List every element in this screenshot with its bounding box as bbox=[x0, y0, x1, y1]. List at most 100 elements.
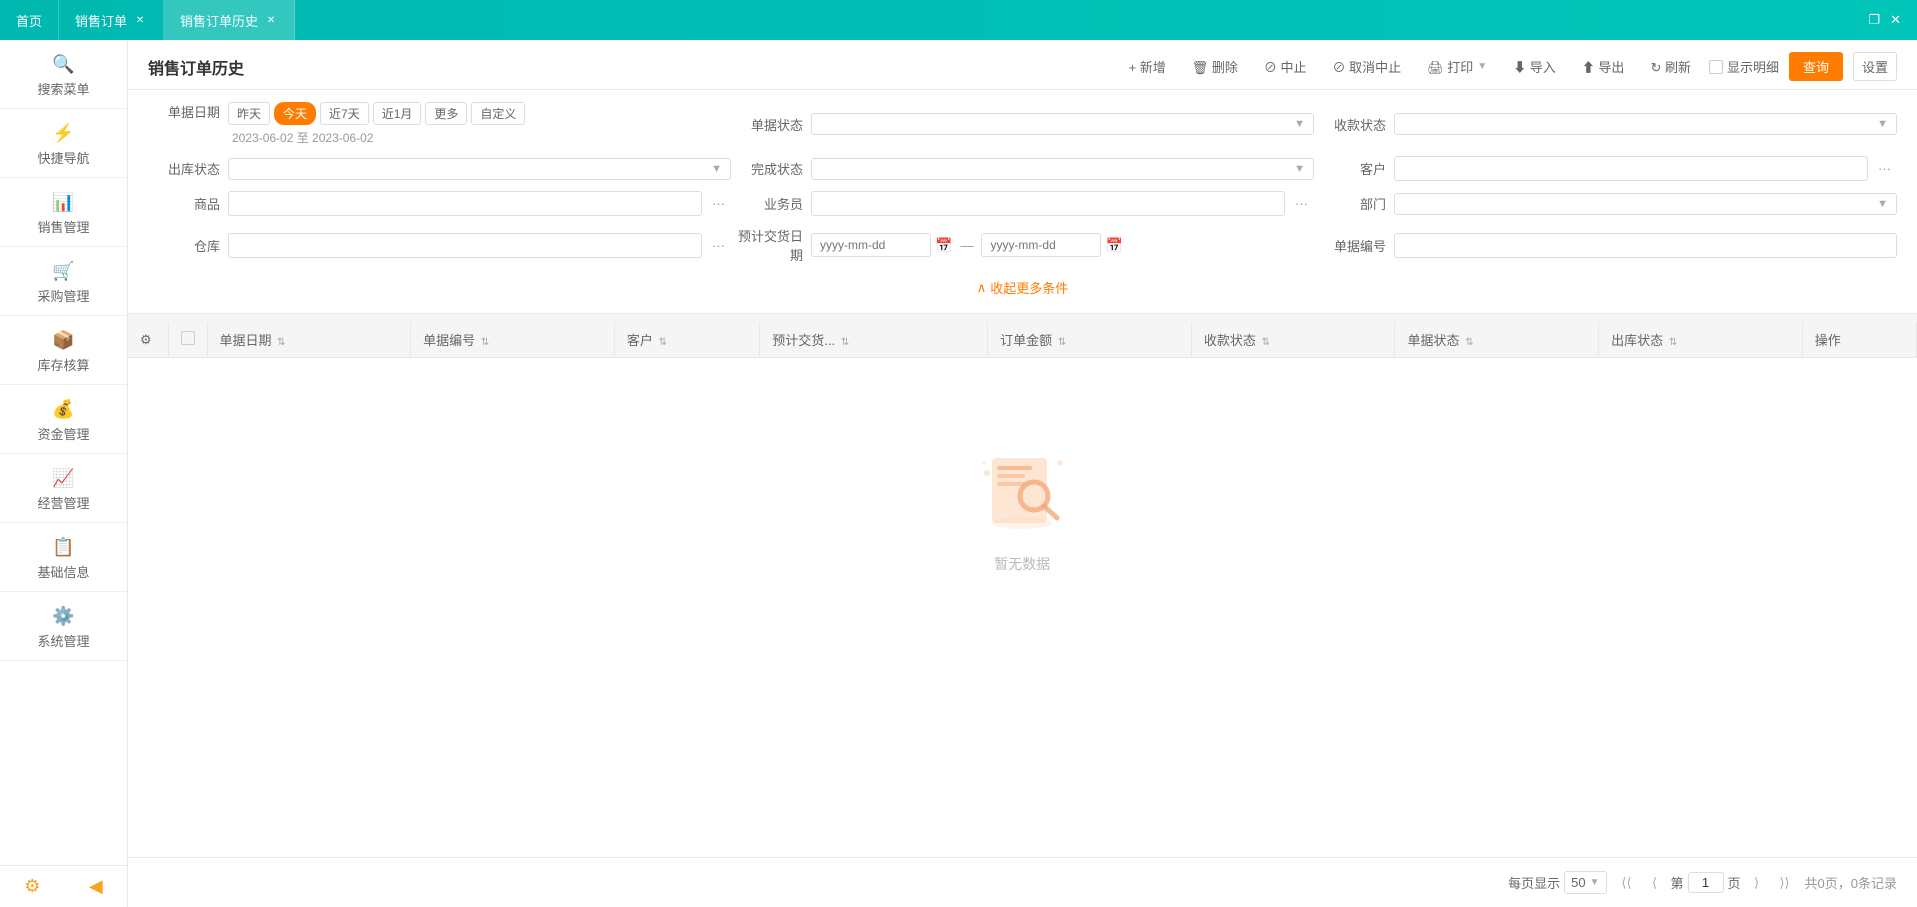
customer-filter-cell: 客户 ··· bbox=[1314, 156, 1897, 181]
complete-arrow-icon: ▼ bbox=[1294, 163, 1305, 175]
th-date[interactable]: 单据日期 ⇅ bbox=[207, 322, 411, 358]
customer-input-area: ··· bbox=[1394, 156, 1897, 181]
goods-more-btn[interactable]: ··· bbox=[706, 194, 731, 213]
query-button[interactable]: 查询 bbox=[1789, 52, 1843, 81]
goods-input[interactable] bbox=[228, 191, 702, 216]
department-select[interactable]: ▼ bbox=[1394, 193, 1897, 215]
th-expected-date[interactable]: 预计交货... ⇅ bbox=[760, 322, 988, 358]
tab-sales-order-history[interactable]: 销售订单历史 ✕ bbox=[164, 0, 295, 40]
th-doc-no[interactable]: 单据编号 ⇅ bbox=[411, 322, 615, 358]
tab-home[interactable]: 首页 bbox=[0, 0, 59, 40]
warehouse-more-btn[interactable]: ··· bbox=[706, 236, 731, 255]
sidebar-item-operations[interactable]: 📈 经营管理 bbox=[0, 454, 127, 523]
close-btn[interactable]: ✕ bbox=[1890, 12, 1901, 28]
salesperson-input[interactable] bbox=[811, 191, 1285, 216]
sidebar-item-sales-mgmt[interactable]: 📊 销售管理 bbox=[0, 178, 127, 247]
stock-out-select[interactable]: ▼ bbox=[228, 158, 731, 180]
expected-date-end-calendar-icon[interactable]: 📅 bbox=[1105, 237, 1122, 254]
filter-row-1: 单据日期 昨天 今天 近7天 近1月 更多 自定义 2023-06-02 至 2… bbox=[148, 102, 1897, 146]
th-customer-label: 客户 bbox=[627, 333, 653, 348]
complete-label: 完成状态 bbox=[731, 159, 811, 178]
sidebar-item-search-menu[interactable]: 🔍 搜索菜单 bbox=[0, 40, 127, 109]
sidebar-item-basic-info-label: 基础信息 bbox=[37, 562, 89, 581]
sidebar-item-quick-nav[interactable]: ⚡ 快捷导航 bbox=[0, 109, 127, 178]
payment-status-arrow-icon: ▼ bbox=[1877, 118, 1888, 130]
settings-button[interactable]: 设置 bbox=[1853, 52, 1897, 81]
collapse-btn[interactable]: ∧ 收起更多条件 bbox=[977, 274, 1069, 301]
expected-date-range: 📅 — 📅 bbox=[811, 233, 1314, 257]
th-checkbox[interactable] bbox=[168, 322, 207, 358]
date-btn-custom[interactable]: 自定义 bbox=[471, 102, 525, 125]
page-title: 销售订单历史 bbox=[148, 55, 244, 79]
print-button[interactable]: 🖨 打印 ▼ bbox=[1419, 53, 1495, 80]
page-size-value: 50 bbox=[1571, 875, 1585, 890]
stop-button[interactable]: ⊘ 中止 bbox=[1256, 53, 1315, 80]
th-order-amount[interactable]: 订单金额 ⇅ bbox=[988, 322, 1192, 358]
cancel-stop-button[interactable]: ⊘ 取消中止 bbox=[1325, 53, 1410, 80]
page-size-box[interactable]: 50 ▼ bbox=[1564, 871, 1606, 894]
customer-input[interactable] bbox=[1394, 156, 1868, 181]
th-stock-out-status-sort-icon: ⇅ bbox=[1669, 337, 1677, 348]
next-page-btn[interactable]: ⟩ bbox=[1745, 871, 1769, 895]
complete-select[interactable]: ▼ bbox=[811, 158, 1314, 180]
delete-button[interactable]: 🗑 删除 bbox=[1184, 53, 1246, 80]
expected-date-start-calendar-icon[interactable]: 📅 bbox=[935, 237, 952, 254]
th-payment-status[interactable]: 收款状态 ⇅ bbox=[1191, 322, 1395, 358]
expected-date-end[interactable] bbox=[981, 233, 1101, 257]
th-settings[interactable]: ⚙ bbox=[128, 322, 168, 358]
doc-no-input[interactable] bbox=[1394, 233, 1897, 258]
import-button[interactable]: ⬇ 导入 bbox=[1505, 53, 1564, 80]
page-unit: 页 bbox=[1728, 873, 1741, 892]
customer-more-btn[interactable]: ··· bbox=[1872, 159, 1897, 178]
sidebar-item-finance[interactable]: 💰 资金管理 bbox=[0, 385, 127, 454]
date-btn-1month[interactable]: 近1月 bbox=[373, 102, 422, 125]
sidebar-item-quick-nav-label: 快捷导航 bbox=[37, 148, 89, 167]
expected-date-start[interactable] bbox=[811, 233, 931, 257]
date-btn-yesterday[interactable]: 昨天 bbox=[228, 102, 270, 125]
sidebar-item-purchase-mgmt[interactable]: 🛒 采购管理 bbox=[0, 247, 127, 316]
th-doc-status[interactable]: 单据状态 ⇅ bbox=[1395, 322, 1599, 358]
doc-status-select[interactable]: ▼ bbox=[811, 113, 1314, 135]
th-order-amount-label: 订单金额 bbox=[1000, 333, 1052, 348]
display-detail-checkbox[interactable] bbox=[1709, 60, 1723, 74]
page-input[interactable] bbox=[1688, 872, 1724, 893]
tab-sales-order-close[interactable]: ✕ bbox=[133, 13, 147, 27]
salesperson-more-btn[interactable]: ··· bbox=[1289, 194, 1314, 213]
finance-icon: 💰 bbox=[52, 399, 74, 420]
new-button[interactable]: + 新增 bbox=[1121, 53, 1174, 80]
sidebar-settings-btn[interactable]: ⚙ bbox=[24, 876, 40, 897]
sidebar-collapse-btn[interactable]: ◀ bbox=[89, 876, 103, 897]
sidebar-item-basic-info[interactable]: 📋 基础信息 bbox=[0, 523, 127, 592]
sidebar-item-search-menu-label: 搜索菜单 bbox=[37, 79, 89, 98]
date-btn-7days[interactable]: 近7天 bbox=[320, 102, 369, 125]
last-page-btn[interactable]: ⟩⟩ bbox=[1773, 871, 1797, 895]
doc-no-filter-cell: 单据编号 bbox=[1314, 233, 1897, 258]
content-area: 销售订单历史 + 新增 🗑 删除 ⊘ 中止 ⊘ 取消中止 🖨 打印 ▼ ⬇ 导入… bbox=[128, 40, 1917, 907]
first-page-btn[interactable]: ⟨⟨ bbox=[1615, 871, 1639, 895]
tab-sales-order[interactable]: 销售订单 ✕ bbox=[59, 0, 164, 40]
th-customer[interactable]: 客户 ⇅ bbox=[614, 322, 759, 358]
date-btn-more[interactable]: 更多 bbox=[425, 102, 467, 125]
display-detail-check[interactable]: 显示明细 bbox=[1709, 57, 1779, 76]
payment-status-select[interactable]: ▼ bbox=[1394, 113, 1897, 135]
complete-filter-cell: 完成状态 ▼ bbox=[731, 158, 1314, 180]
refresh-button[interactable]: ↻ 刷新 bbox=[1642, 53, 1699, 80]
doc-no-label: 单据编号 bbox=[1314, 236, 1394, 255]
warehouse-input[interactable] bbox=[228, 233, 702, 258]
basic-info-icon: 📋 bbox=[52, 537, 74, 558]
th-customer-sort-icon: ⇅ bbox=[658, 337, 666, 348]
select-all-checkbox[interactable] bbox=[181, 331, 195, 345]
table-area: ⚙ 单据日期 ⇅ 单据编号 ⇅ 客户 bbox=[128, 322, 1917, 857]
sidebar-item-system[interactable]: ⚙️ 系统管理 bbox=[0, 592, 127, 661]
date-btn-today[interactable]: 今天 bbox=[274, 102, 316, 125]
export-button[interactable]: ⬆ 导出 bbox=[1574, 53, 1633, 80]
th-stock-out-status[interactable]: 出库状态 ⇅ bbox=[1599, 322, 1803, 358]
restore-btn[interactable]: ❐ bbox=[1868, 12, 1880, 28]
sidebar: 🔍 搜索菜单 ⚡ 快捷导航 📊 销售管理 🛒 采购管理 📦 库存核算 💰 资金管… bbox=[0, 40, 128, 907]
tab-sales-order-history-close[interactable]: ✕ bbox=[264, 13, 278, 27]
prev-page-btn[interactable]: ⟨ bbox=[1643, 871, 1667, 895]
date-range-text: 2023-06-02 至 2023-06-02 bbox=[232, 129, 525, 146]
table-body: 暂无数据 bbox=[128, 358, 1917, 655]
total-info: 共0页，0条记录 bbox=[1805, 873, 1897, 892]
sidebar-item-inventory[interactable]: 📦 库存核算 bbox=[0, 316, 127, 385]
